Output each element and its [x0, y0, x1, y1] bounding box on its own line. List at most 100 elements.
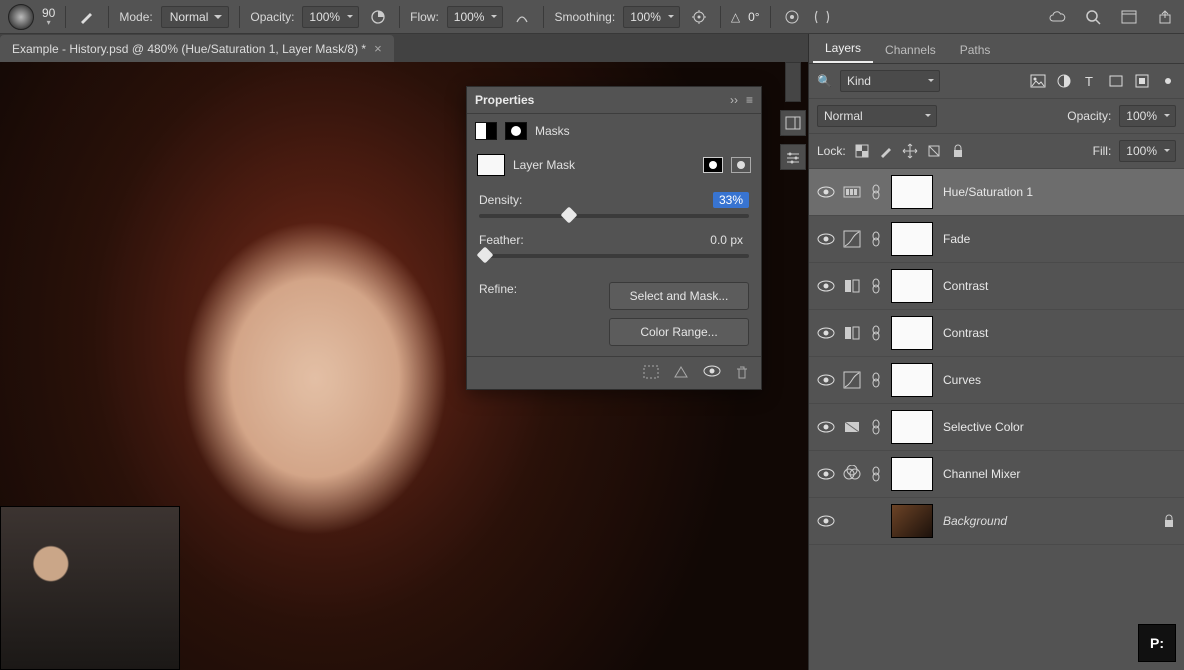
artboard-icon[interactable] — [1160, 73, 1176, 89]
adjustments-dock-icon[interactable] — [780, 144, 806, 170]
layer-row[interactable]: Channel Mixer — [809, 451, 1184, 498]
layer-blend-dropdown[interactable]: Normal — [817, 105, 937, 127]
link-icon[interactable] — [871, 325, 881, 341]
flow-dropdown[interactable]: 100% — [447, 6, 504, 28]
layer-row[interactable]: Selective Color — [809, 404, 1184, 451]
adjust-icon[interactable] — [1056, 73, 1072, 89]
layer-row[interactable]: Contrast — [809, 263, 1184, 310]
mask-thumbnail[interactable] — [891, 175, 933, 209]
lock-transparent-icon[interactable] — [854, 143, 870, 159]
opacity-dropdown[interactable]: 100% — [302, 6, 359, 28]
lock-move-icon[interactable] — [902, 143, 918, 159]
mask-from-selection-icon[interactable] — [643, 365, 659, 381]
select-and-mask-button[interactable]: Select and Mask... — [609, 282, 749, 310]
layer-thumbnail[interactable] — [891, 504, 933, 538]
collapse-icon[interactable]: ›› — [730, 93, 738, 107]
dock-toggle-icon[interactable] — [780, 110, 806, 136]
layer-name[interactable]: Contrast — [943, 326, 988, 340]
filter-kind-dropdown[interactable]: Kind — [840, 70, 940, 92]
lock-brush-icon[interactable] — [878, 143, 894, 159]
layer-name[interactable]: Selective Color — [943, 420, 1024, 434]
visibility-icon[interactable] — [817, 327, 833, 339]
layer-opacity-dropdown[interactable]: 100% — [1119, 105, 1176, 127]
panel-tab-layers[interactable]: Layers — [813, 35, 873, 63]
disable-mask-icon[interactable] — [703, 365, 721, 381]
density-value[interactable]: 33% — [713, 192, 749, 208]
adjustment-icon — [843, 324, 861, 342]
mask-thumbnail[interactable] — [891, 457, 933, 491]
density-slider[interactable] — [479, 214, 749, 218]
symmetry-icon[interactable] — [811, 6, 833, 28]
airbrush-icon[interactable] — [511, 6, 533, 28]
pressure-size-icon[interactable] — [781, 6, 803, 28]
panel-tabs: LayersChannelsPaths — [809, 34, 1184, 64]
visibility-icon[interactable] — [817, 280, 833, 292]
mask-thumbnail[interactable] — [891, 269, 933, 303]
pressure-opacity-icon[interactable] — [367, 6, 389, 28]
panel-tab-paths[interactable]: Paths — [948, 37, 1003, 63]
type-icon[interactable]: T — [1082, 73, 1098, 89]
layer-name[interactable]: Background — [943, 514, 1007, 528]
mask-thumbnail[interactable] — [891, 316, 933, 350]
document-tab[interactable]: Example - History.psd @ 480% (Hue/Satura… — [0, 35, 394, 62]
close-tab-icon[interactable]: × — [374, 41, 382, 56]
link-icon[interactable] — [871, 184, 881, 200]
layer-name[interactable]: Hue/Saturation 1 — [943, 185, 1033, 199]
link-icon[interactable] — [871, 231, 881, 247]
smart-icon[interactable] — [1134, 73, 1150, 89]
link-icon[interactable] — [871, 372, 881, 388]
shape-icon[interactable] — [1108, 73, 1124, 89]
brush-size-value[interactable]: 90 — [42, 7, 55, 19]
layer-row[interactable]: Contrast — [809, 310, 1184, 357]
layer-name[interactable]: Fade — [943, 232, 970, 246]
apply-mask-icon[interactable] — [673, 365, 689, 381]
svg-text:T: T — [1085, 74, 1093, 89]
feather-value[interactable]: 0.0 px — [704, 232, 749, 248]
link-icon[interactable] — [871, 419, 881, 435]
visibility-icon[interactable] — [817, 468, 833, 480]
brush-preview[interactable] — [8, 4, 34, 30]
link-icon[interactable] — [871, 466, 881, 482]
layer-name[interactable]: Contrast — [943, 279, 988, 293]
cloud-docs-icon[interactable] — [1046, 6, 1068, 28]
smoothing-dropdown[interactable]: 100% — [623, 6, 680, 28]
layer-row[interactable]: Fade — [809, 216, 1184, 263]
mask-thumbnail[interactable] — [891, 363, 933, 397]
angle-value[interactable]: 0° — [748, 10, 759, 24]
panel-tab-channels[interactable]: Channels — [873, 37, 948, 63]
feather-slider[interactable] — [479, 254, 749, 258]
visibility-icon[interactable] — [817, 374, 833, 386]
panel-menu-icon[interactable]: ≡ — [746, 93, 753, 107]
color-range-button[interactable]: Color Range... — [609, 318, 749, 346]
add-pixel-mask-icon[interactable] — [703, 157, 723, 173]
add-vector-mask-icon[interactable] — [731, 157, 751, 173]
layer-name[interactable]: Channel Mixer — [943, 467, 1020, 481]
mask-thumbnail[interactable] — [891, 410, 933, 444]
visibility-icon[interactable] — [817, 421, 833, 433]
lock-artboard-icon[interactable] — [926, 143, 942, 159]
lock-all-icon[interactable] — [950, 143, 966, 159]
blend-mode-dropdown[interactable]: Normal — [161, 6, 230, 28]
layer-row[interactable]: Curves — [809, 357, 1184, 404]
delete-mask-icon[interactable] — [735, 365, 749, 381]
current-mask-thumb[interactable] — [477, 154, 505, 176]
mask-thumbnail[interactable] — [891, 222, 933, 256]
lock-icon[interactable] — [1162, 513, 1176, 529]
fill-dropdown[interactable]: 100% — [1119, 140, 1176, 162]
visibility-icon[interactable] — [817, 515, 833, 527]
pixel-mask-icon[interactable] — [475, 122, 497, 140]
smoothing-options-icon[interactable] — [688, 6, 710, 28]
share-icon[interactable] — [1154, 6, 1176, 28]
visibility-icon[interactable] — [817, 233, 833, 245]
image-icon[interactable] — [1030, 73, 1046, 89]
brush-panel-icon[interactable] — [76, 6, 98, 28]
visibility-icon[interactable] — [817, 186, 833, 198]
arrange-docs-icon[interactable] — [1118, 6, 1140, 28]
search-icon[interactable]: 🔍 — [817, 74, 832, 88]
layer-row[interactable]: Hue/Saturation 1 — [809, 169, 1184, 216]
layer-name[interactable]: Curves — [943, 373, 981, 387]
link-icon[interactable] — [871, 278, 881, 294]
layer-row[interactable]: Background — [809, 498, 1184, 545]
vector-mask-icon[interactable] — [505, 122, 527, 140]
search-icon[interactable] — [1082, 6, 1104, 28]
